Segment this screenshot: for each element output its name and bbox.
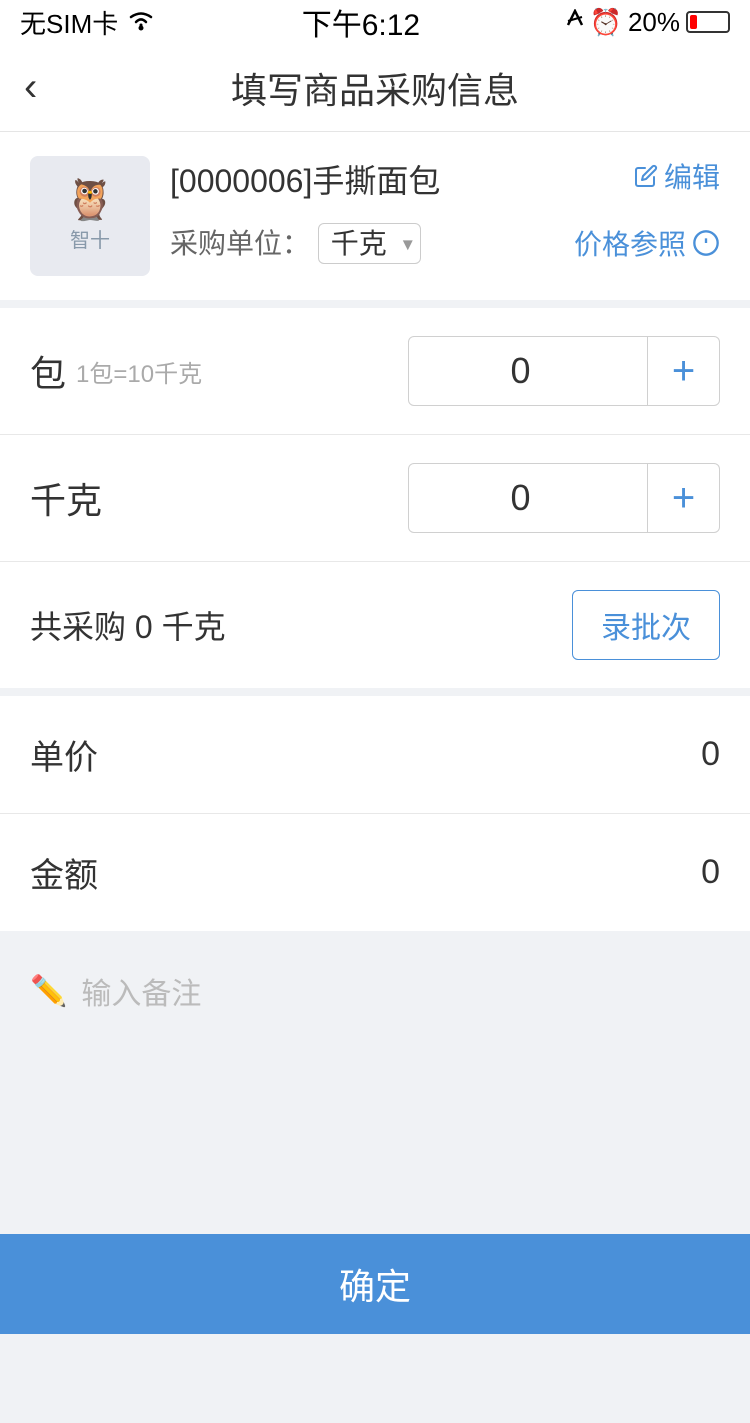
product-owl-icon: 🦉	[65, 180, 115, 220]
amount-label: 金额	[30, 848, 98, 897]
input-sublabel-bag: 1包=10千克	[76, 354, 202, 389]
status-bar-time: 下午6:12	[302, 0, 420, 44]
summary-text: 共采购 0 千克	[30, 602, 226, 648]
unit-label: 采购单位： 千克 包 ▾	[170, 222, 421, 264]
unit-select-wrapper[interactable]: 千克 包 ▾	[318, 223, 421, 264]
status-bar: 无SIM卡 下午6:12 ⏰ 20%	[0, 0, 750, 44]
unit-select[interactable]: 千克 包	[318, 223, 421, 264]
input-row-bag: 包 1包=10千克 +	[0, 308, 750, 435]
bag-plus-button[interactable]: +	[648, 336, 720, 406]
kg-quantity-input[interactable]	[408, 463, 648, 533]
product-image-subtext: 智十	[70, 224, 110, 253]
location-icon	[566, 7, 584, 38]
battery-icon	[686, 11, 730, 33]
product-image: 🦉 智十	[30, 156, 150, 276]
unit-price-label: 单价	[30, 730, 98, 779]
input-row-kg: 千克 +	[0, 435, 750, 562]
batch-button[interactable]: 录批次	[572, 590, 720, 660]
edit-button[interactable]: 编辑	[634, 156, 720, 196]
carrier-text: 无SIM卡	[20, 4, 118, 41]
input-label-bag: 包 1包=10千克	[30, 345, 202, 397]
back-button[interactable]: ‹	[24, 65, 37, 110]
info-row-unit-price: 单价 0	[0, 696, 750, 814]
wifi-icon	[126, 7, 156, 38]
kg-plus-button[interactable]: +	[648, 463, 720, 533]
amount-value: 0	[701, 853, 720, 892]
product-card: 🦉 智十 [0000006]手撕面包 编辑 采购单位：	[0, 132, 750, 308]
alarm-icon: ⏰	[590, 7, 622, 38]
product-info: [0000006]手撕面包 编辑 采购单位： 千克 包	[170, 156, 720, 264]
input-right-bag: +	[408, 336, 720, 406]
price-ref-button[interactable]: 价格参照	[574, 223, 720, 263]
status-bar-left: 无SIM卡	[20, 4, 156, 41]
input-section: 包 1包=10千克 + 千克 +	[0, 308, 750, 562]
info-row-amount: 金额 0	[0, 814, 750, 931]
bag-quantity-input[interactable]	[408, 336, 648, 406]
remark-section[interactable]: ✏️ 输入备注	[0, 939, 750, 1043]
price-ref-label: 价格参照	[574, 223, 686, 263]
remark-pencil-icon: ✏️	[30, 974, 67, 1009]
page-title: 填写商品采购信息	[231, 62, 519, 114]
info-section: 单价 0 金额 0	[0, 696, 750, 939]
input-right-kg: +	[408, 463, 720, 533]
summary-row: 共采购 0 千克 录批次	[0, 562, 750, 696]
remark-placeholder: 输入备注	[81, 969, 201, 1013]
status-bar-right: ⏰ 20%	[566, 7, 730, 38]
battery-percent: 20%	[628, 7, 680, 38]
product-name: [0000006]手撕面包	[170, 156, 440, 202]
nav-bar: ‹ 填写商品采购信息	[0, 44, 750, 132]
input-label-kg: 千克	[30, 472, 102, 524]
confirm-button[interactable]: 确定	[0, 1234, 750, 1334]
edit-label: 编辑	[664, 156, 720, 196]
unit-price-value: 0	[701, 735, 720, 774]
